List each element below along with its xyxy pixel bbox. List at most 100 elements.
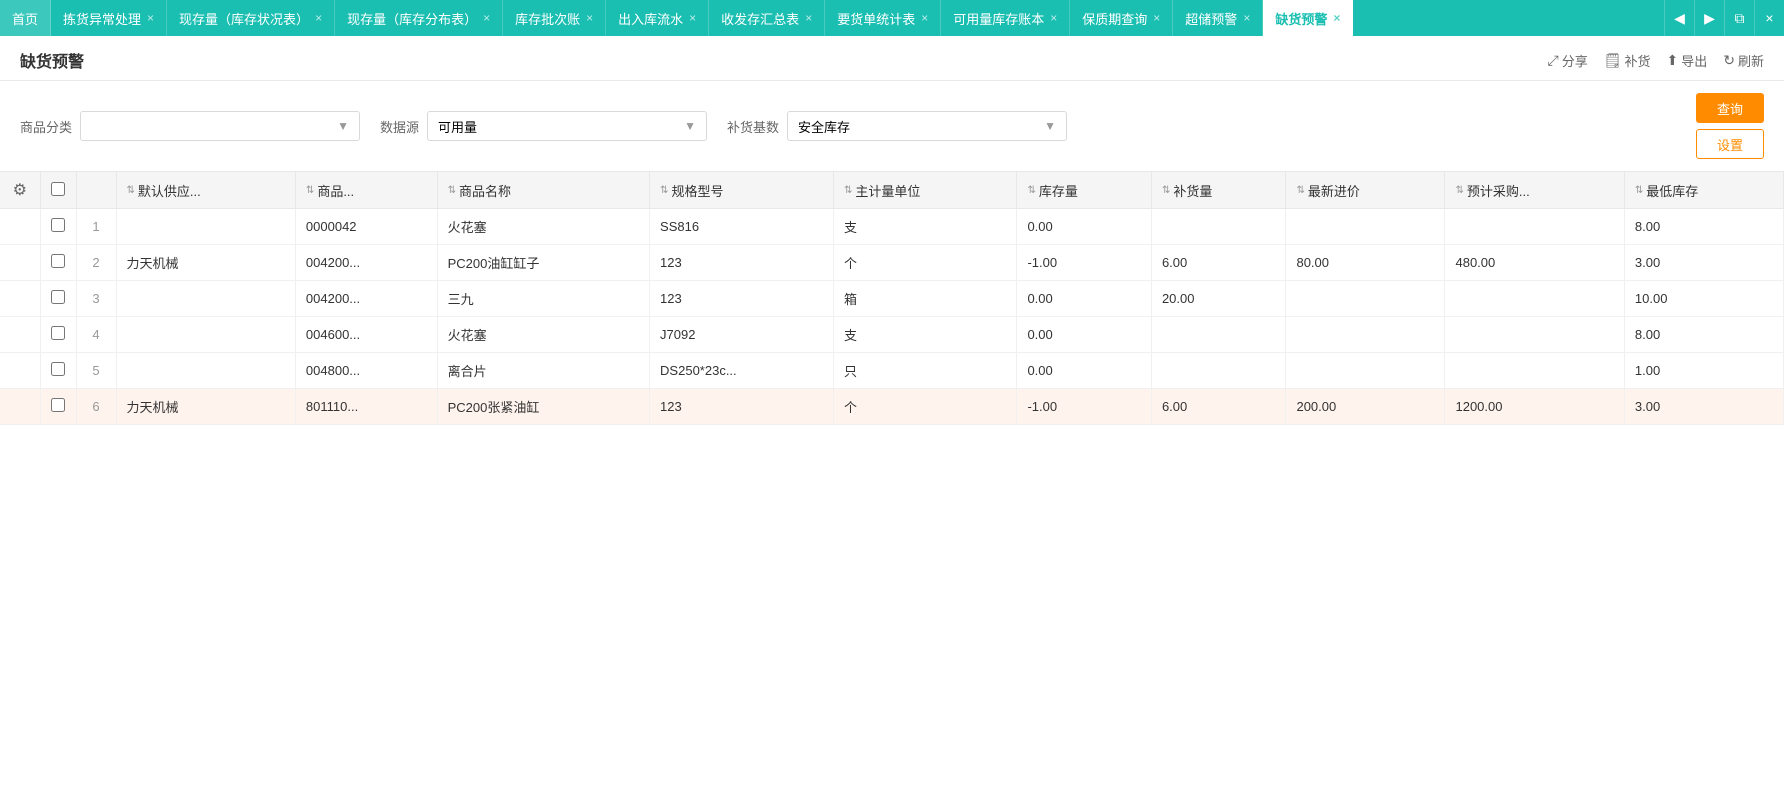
share-action[interactable]: ⤢ 分享 bbox=[1547, 51, 1587, 70]
close-tab-4[interactable]: × bbox=[586, 11, 593, 25]
nav-tab-5[interactable]: 出入库流水 × bbox=[606, 0, 709, 36]
th-sort-icon6: ⇅ bbox=[1027, 185, 1035, 196]
row-product-code: 004600... bbox=[295, 317, 437, 353]
replenish-base-label: 补货基数 bbox=[727, 117, 779, 136]
row-check-cell bbox=[40, 353, 76, 389]
table-row: 3 004200... 三九 123 箱 0.00 20.00 10.00 bbox=[0, 281, 1784, 317]
row-supplier bbox=[116, 317, 295, 353]
row-replenish-qty bbox=[1151, 209, 1286, 245]
th-stock: ⇅ 库存量 bbox=[1017, 172, 1152, 209]
restock-action[interactable]: 🗒 补货 bbox=[1604, 51, 1651, 70]
close-tab-1[interactable]: × bbox=[147, 11, 154, 25]
restock-icon: 🗒 bbox=[1604, 52, 1622, 69]
nav-prev-button[interactable]: ◀ bbox=[1664, 0, 1694, 36]
table-header-row: ⚙ ⇅ 默认供应... ⇅ 商 bbox=[0, 172, 1784, 209]
row-supplier bbox=[116, 209, 295, 245]
nav-next-button[interactable]: ▶ bbox=[1694, 0, 1724, 36]
row-stock: 0.00 bbox=[1017, 317, 1152, 353]
table-body: 1 0000042 火花塞 SS816 支 0.00 8.00 2 力天机械 0… bbox=[0, 209, 1784, 425]
close-tab-3[interactable]: × bbox=[483, 11, 490, 25]
select-all-checkbox[interactable] bbox=[51, 182, 65, 196]
row-checkbox[interactable] bbox=[51, 290, 65, 304]
row-product-code: 801110... bbox=[295, 389, 437, 425]
data-source-select[interactable]: 可用量 ▼ bbox=[427, 111, 707, 141]
close-tab-7[interactable]: × bbox=[921, 11, 928, 25]
row-checkbox[interactable] bbox=[51, 362, 65, 376]
row-settings-cell bbox=[0, 317, 40, 353]
row-checkbox[interactable] bbox=[51, 398, 65, 412]
row-estimated-purchase bbox=[1445, 317, 1624, 353]
close-tab-8[interactable]: × bbox=[1050, 11, 1057, 25]
row-checkbox[interactable] bbox=[51, 218, 65, 232]
data-source-value: 可用量 bbox=[438, 117, 477, 136]
row-estimated-purchase: 480.00 bbox=[1445, 245, 1624, 281]
nav-tab-8[interactable]: 可用量库存账本 × bbox=[941, 0, 1070, 36]
th-sort-icon7: ⇅ bbox=[1162, 185, 1170, 196]
row-product-name: 火花塞 bbox=[437, 317, 649, 353]
product-category-filter: 商品分类 ▼ bbox=[20, 111, 360, 141]
row-product-code: 004200... bbox=[295, 245, 437, 281]
table-settings-icon[interactable]: ⚙ bbox=[13, 182, 27, 199]
th-row-num bbox=[76, 172, 116, 209]
row-replenish-qty bbox=[1151, 353, 1286, 389]
close-tab-5[interactable]: × bbox=[689, 11, 696, 25]
row-min-stock: 1.00 bbox=[1624, 353, 1783, 389]
row-product-name: 离合片 bbox=[437, 353, 649, 389]
nav-controls: ◀ ▶ ⧉ × bbox=[1664, 0, 1784, 36]
th-sort-icon8: ⇅ bbox=[1296, 185, 1304, 196]
close-tab-9[interactable]: × bbox=[1153, 11, 1160, 25]
row-min-stock: 8.00 bbox=[1624, 209, 1783, 245]
row-stock: 0.00 bbox=[1017, 353, 1152, 389]
product-category-label: 商品分类 bbox=[20, 117, 72, 136]
table-row: 6 力天机械 801110... PC200张紧油缸 123 个 -1.00 6… bbox=[0, 389, 1784, 425]
close-tab-2[interactable]: × bbox=[315, 11, 322, 25]
nav-tab-9[interactable]: 保质期查询 × bbox=[1070, 0, 1173, 36]
row-spec: SS816 bbox=[650, 209, 834, 245]
nav-tab-2[interactable]: 现存量（库存状况表） × bbox=[167, 0, 335, 36]
settings-button[interactable]: 设置 bbox=[1696, 129, 1764, 159]
row-estimated-purchase bbox=[1445, 353, 1624, 389]
replenish-base-select[interactable]: 安全库存 ▼ bbox=[787, 111, 1067, 141]
row-supplier bbox=[116, 353, 295, 389]
close-tab-11[interactable]: × bbox=[1333, 11, 1340, 25]
row-checkbox[interactable] bbox=[51, 326, 65, 340]
nav-tab-1[interactable]: 拣货异常处理 × bbox=[51, 0, 167, 36]
close-tab-6[interactable]: × bbox=[805, 11, 812, 25]
nav-window-button[interactable]: ⧉ bbox=[1724, 0, 1754, 36]
nav-tab-7[interactable]: 要货单统计表 × bbox=[825, 0, 941, 36]
export-action[interactable]: ⬆ 导出 bbox=[1667, 51, 1708, 70]
refresh-icon: ↻ bbox=[1723, 52, 1735, 69]
row-product-name: 三九 bbox=[437, 281, 649, 317]
query-button[interactable]: 查询 bbox=[1696, 93, 1764, 123]
data-source-filter: 数据源 可用量 ▼ bbox=[380, 111, 707, 141]
row-number: 3 bbox=[76, 281, 116, 317]
row-product-name: PC200张紧油缸 bbox=[437, 389, 649, 425]
refresh-action[interactable]: ↻ 刷新 bbox=[1723, 51, 1764, 70]
row-checkbox[interactable] bbox=[51, 254, 65, 268]
close-tab-10[interactable]: × bbox=[1243, 11, 1250, 25]
row-check-cell bbox=[40, 389, 76, 425]
nav-tab-3[interactable]: 现存量（库存分布表） × bbox=[335, 0, 503, 36]
row-spec: J7092 bbox=[650, 317, 834, 353]
nav-tab-home[interactable]: 首页 bbox=[0, 0, 51, 36]
replenish-base-arrow-icon: ▼ bbox=[1044, 119, 1056, 133]
row-number: 2 bbox=[76, 245, 116, 281]
row-latest-price bbox=[1286, 209, 1445, 245]
nav-tab-11[interactable]: 缺货预警 × bbox=[1263, 0, 1353, 36]
row-latest-price: 80.00 bbox=[1286, 245, 1445, 281]
nav-tab-10[interactable]: 超储预警 × bbox=[1173, 0, 1263, 36]
row-settings-cell bbox=[0, 245, 40, 281]
th-spec: ⇅ 规格型号 bbox=[650, 172, 834, 209]
table-container: ⚙ ⇅ 默认供应... ⇅ 商 bbox=[0, 171, 1784, 425]
nav-close-button[interactable]: × bbox=[1754, 0, 1784, 36]
nav-tab-4[interactable]: 库存批次账 × bbox=[503, 0, 606, 36]
row-number: 1 bbox=[76, 209, 116, 245]
th-settings: ⚙ bbox=[0, 172, 40, 209]
row-settings-cell bbox=[0, 209, 40, 245]
row-settings-cell bbox=[0, 281, 40, 317]
product-category-select[interactable]: ▼ bbox=[80, 111, 360, 141]
row-min-stock: 3.00 bbox=[1624, 245, 1783, 281]
nav-tab-6[interactable]: 收发存汇总表 × bbox=[709, 0, 825, 36]
th-sort-icon4: ⇅ bbox=[660, 185, 668, 196]
product-category-arrow-icon: ▼ bbox=[337, 119, 349, 133]
